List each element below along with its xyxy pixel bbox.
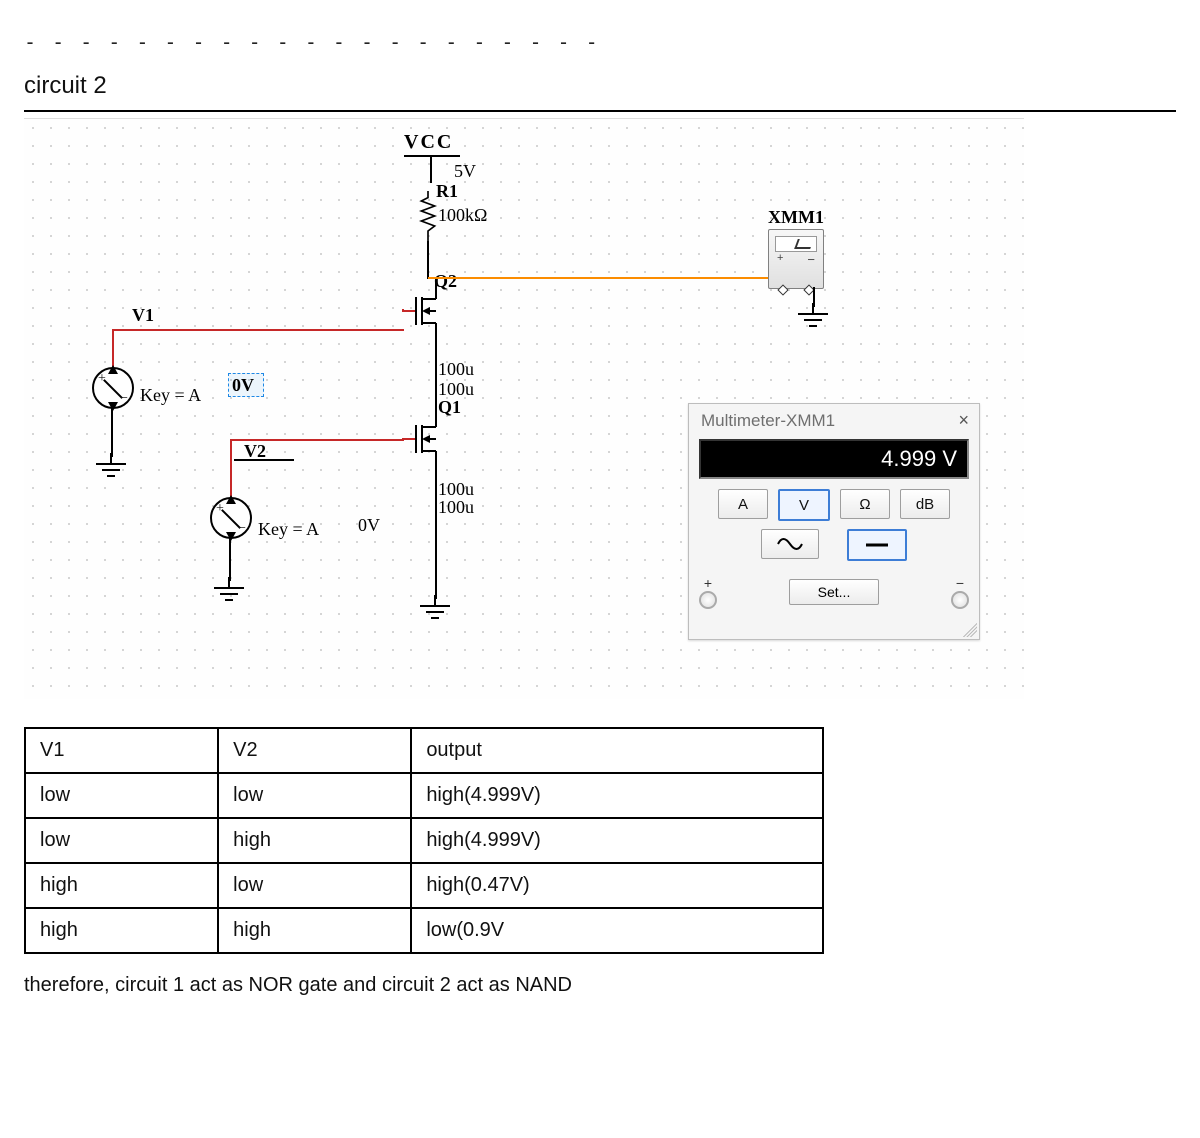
label-v2-value: 0V <box>358 515 380 536</box>
knob-icon <box>951 591 969 609</box>
ground-icon <box>96 463 126 483</box>
label-v1: V1 <box>132 305 154 326</box>
table-cell: high <box>25 863 218 908</box>
table-row: V1 V2 output <box>25 728 823 773</box>
multimeter-titlebar[interactable]: Multimeter-XMM1 × <box>689 404 979 435</box>
mode-button-row: A V Ω dB <box>689 489 979 521</box>
separator <box>24 110 1176 112</box>
ac-button[interactable] <box>761 529 819 559</box>
table-header: V2 <box>218 728 411 773</box>
dc-button[interactable] <box>847 529 907 561</box>
mode-amps-button[interactable]: A <box>718 489 768 519</box>
multimeter-title: Multimeter-XMM1 <box>701 411 835 431</box>
table-header: output <box>411 728 823 773</box>
table-cell: high(4.999V) <box>411 818 823 863</box>
table-cell: low <box>218 863 411 908</box>
conclusion-text: therefore, circuit 1 act as NOR gate and… <box>24 974 1176 997</box>
table-cell: high <box>218 908 411 953</box>
knob-icon <box>699 591 717 609</box>
transistor-q2[interactable] <box>402 291 442 331</box>
signal-button-row <box>689 529 979 561</box>
wire <box>430 155 432 183</box>
mode-db-button[interactable]: dB <box>900 489 950 519</box>
table-row: high high low(0.9V <box>25 908 823 953</box>
table-cell: high <box>218 818 411 863</box>
wire-red <box>112 329 114 369</box>
wire-red <box>112 329 404 331</box>
meter-thumb-screen <box>775 236 817 252</box>
plus-label: + <box>704 575 712 591</box>
multimeter-window[interactable]: Multimeter-XMM1 × 4.999 V A V Ω dB + Set… <box>688 403 980 640</box>
resistor-icon <box>418 191 438 241</box>
table-cell: low <box>25 773 218 818</box>
table-row: low high high(4.999V) <box>25 818 823 863</box>
wire <box>427 241 429 279</box>
ground-icon <box>798 313 828 333</box>
label-q1-l: 100u <box>438 497 474 518</box>
table-cell: high <box>25 908 218 953</box>
set-button[interactable]: Set... <box>789 579 879 605</box>
label-vcc: VCC <box>404 131 453 154</box>
wire <box>435 459 437 599</box>
label-r1-value: 100kΩ <box>438 205 487 226</box>
label-v1-value[interactable]: 0V <box>232 375 254 396</box>
wire <box>111 407 113 457</box>
wire-orange <box>428 277 788 279</box>
page-title: circuit 2 <box>24 72 1176 100</box>
mode-ohms-button[interactable]: Ω <box>840 489 890 519</box>
label-r1: R1 <box>436 181 458 202</box>
sine-icon <box>777 537 803 551</box>
table-row: low low high(4.999V) <box>25 773 823 818</box>
voltage-source-v1[interactable]: +− <box>92 367 134 409</box>
wire-red <box>230 439 232 499</box>
resistor-r1[interactable] <box>418 191 438 241</box>
table-header: V1 <box>25 728 218 773</box>
truth-table: V1 V2 output low low high(4.999V) low hi… <box>24 727 824 954</box>
label-key-a-2: Key = A <box>258 519 319 540</box>
label-xmm1: XMM1 <box>768 207 824 228</box>
minus-icon: − <box>807 252 815 267</box>
wire-red <box>402 309 404 311</box>
probe-plus[interactable]: + <box>699 575 717 609</box>
wire <box>229 537 231 581</box>
ground-icon <box>214 587 244 607</box>
multimeter-instrument[interactable]: + − <box>768 229 824 289</box>
fet-icon <box>402 291 442 331</box>
table-cell: high(4.999V) <box>411 773 823 818</box>
label-q2: Q2 <box>434 271 457 292</box>
probe-minus[interactable]: − <box>951 575 969 609</box>
fet-icon <box>402 419 442 459</box>
table-cell: low(0.9V <box>411 908 823 953</box>
dashed-rule: - - - - - - - - - - - - - - - - - - - - … <box>24 30 1176 54</box>
label-q2-w: 100u <box>438 359 474 380</box>
table-cell: low <box>218 773 411 818</box>
multimeter-display: 4.999 V <box>699 439 969 479</box>
minus-label: − <box>956 575 964 591</box>
table-row: high low high(0.47V) <box>25 863 823 908</box>
table-cell: low <box>25 818 218 863</box>
label-key-a-1: Key = A <box>140 385 201 406</box>
transistor-q1[interactable] <box>402 419 442 459</box>
label-vcc-value: 5V <box>454 161 476 182</box>
wire <box>234 459 294 461</box>
schematic-canvas[interactable]: VCC 5V R1 100kΩ Q2 100u 100u Q1 <box>24 118 1024 699</box>
mode-volts-button[interactable]: V <box>778 489 830 521</box>
label-q1: Q1 <box>438 397 461 418</box>
wire <box>435 381 437 421</box>
wire-red <box>230 439 404 441</box>
wire <box>435 279 437 293</box>
probe-pin[interactable] <box>777 284 788 295</box>
table-cell: high(0.47V) <box>411 863 823 908</box>
ground-icon <box>420 605 450 625</box>
voltage-source-v2[interactable]: +− <box>210 497 252 539</box>
resize-grip-icon[interactable] <box>959 619 977 637</box>
wire <box>435 331 437 381</box>
dc-icon <box>864 538 890 552</box>
wire <box>404 155 460 157</box>
plus-icon: + <box>777 252 783 264</box>
close-icon[interactable]: × <box>958 410 969 431</box>
